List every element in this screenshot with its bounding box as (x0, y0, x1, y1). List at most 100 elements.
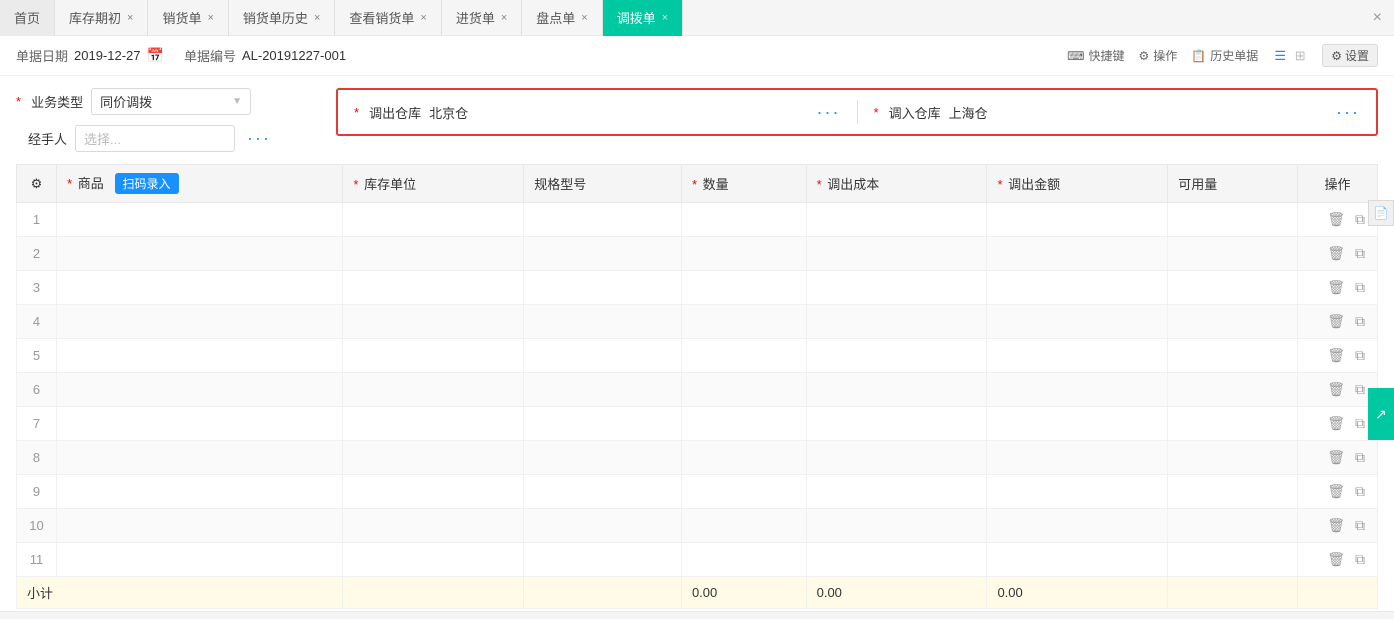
close-all-tabs-button[interactable]: × (1369, 5, 1386, 31)
out-warehouse-value[interactable]: 北京仓 (429, 103, 468, 122)
row-num-5: 5 (17, 339, 57, 373)
row-5-product[interactable] (57, 339, 343, 373)
row-5-copy-icon[interactable]: ⧉ (1353, 345, 1367, 366)
toolbar-right: ⌨ 快捷键 ⚙ 操作 📋 历史单据 ☰ ⊞ ⚙ 设置 (1067, 44, 1378, 67)
col-settings[interactable]: ⚙ (17, 165, 57, 203)
tab-sales-history[interactable]: 销货单历史 × (229, 0, 335, 36)
settings-button[interactable]: ⚙ 设置 (1322, 44, 1378, 67)
date-label: 单据日期 (16, 46, 68, 65)
row-2-delete-icon[interactable]: 🗑 (1325, 243, 1347, 264)
tab-sales-history-close[interactable]: × (314, 12, 320, 24)
calendar-icon[interactable]: 📅 (147, 47, 164, 64)
row-2-op: 🗑 ⧉ (1298, 237, 1378, 271)
row-num-2: 2 (17, 237, 57, 271)
row-8-product[interactable] (57, 441, 343, 475)
row-8-copy-icon[interactable]: ⧉ (1353, 447, 1367, 468)
out-warehouse-field: * 调出仓库 北京仓 ··· (354, 102, 841, 123)
scan-input-button[interactable]: 扫码录入 (115, 173, 179, 194)
row-1-delete-icon[interactable]: 🗑 (1325, 209, 1347, 230)
tab-sales-order-close[interactable]: × (207, 12, 213, 24)
row-1-product[interactable] (57, 203, 343, 237)
tab-inventory-init-close[interactable]: × (127, 12, 133, 24)
in-warehouse-value[interactable]: 上海仓 (949, 103, 988, 122)
out-warehouse-more-button[interactable]: ··· (817, 102, 841, 123)
row-6-delete-icon[interactable]: 🗑 (1325, 379, 1347, 400)
business-type-select[interactable]: 同价调拨 ▼ (91, 88, 251, 115)
tab-transfer-close[interactable]: × (662, 12, 668, 24)
tab-inventory-init-label: 库存期初 (69, 8, 121, 27)
in-warehouse-required: * (874, 105, 879, 120)
tab-sales-order-label: 销货单 (162, 8, 201, 27)
row-7-product[interactable] (57, 407, 343, 441)
operation-icon: ⚙ (1138, 49, 1149, 63)
row-8-delete-icon[interactable]: 🗑 (1325, 447, 1347, 468)
row-4-copy-icon[interactable]: ⧉ (1353, 311, 1367, 332)
row-9-product[interactable] (57, 475, 343, 509)
tab-transfer[interactable]: 调拨单 × (603, 0, 683, 36)
handler-select[interactable]: 选择... (75, 125, 235, 152)
row-6-copy-icon[interactable]: ⧉ (1353, 379, 1367, 400)
row-9-copy-icon[interactable]: ⧉ (1353, 481, 1367, 502)
row-5-delete-icon[interactable]: 🗑 (1325, 345, 1347, 366)
row-10-copy-icon[interactable]: ⧉ (1353, 515, 1367, 536)
business-type-value: 同价调拨 (100, 92, 152, 111)
row-num-9: 9 (17, 475, 57, 509)
row-2-product[interactable] (57, 237, 343, 271)
tab-purchase-order-close[interactable]: × (501, 12, 507, 24)
row-2-amount (987, 237, 1168, 271)
tab-inventory-check[interactable]: 盘点单 × (522, 0, 602, 36)
row-3-delete-icon[interactable]: 🗑 (1325, 277, 1347, 298)
layout-list-icon[interactable]: ☰ (1272, 48, 1288, 64)
row-1-amount (987, 203, 1168, 237)
row-7-copy-icon[interactable]: ⧉ (1353, 413, 1367, 434)
handler-more-button[interactable]: ··· (247, 128, 271, 149)
row-11-product[interactable] (57, 543, 343, 577)
row-10-delete-icon[interactable]: 🗑 (1325, 515, 1347, 536)
row-1-qty (681, 203, 806, 237)
operations-button[interactable]: ⚙ 操作 (1138, 47, 1177, 64)
row-2-cost (806, 237, 987, 271)
date-value[interactable]: 2019-12-27 (74, 48, 141, 63)
row-11-copy-icon[interactable]: ⧉ (1353, 549, 1367, 570)
row-11-delete-icon[interactable]: 🗑 (1325, 549, 1347, 570)
tab-inventory-check-close[interactable]: × (581, 12, 587, 24)
row-num-3: 3 (17, 271, 57, 305)
row-10-product[interactable] (57, 509, 343, 543)
tab-home[interactable]: 首页 (0, 0, 55, 36)
handler-label: 经手人 (16, 129, 67, 148)
table-header: ⚙ * 商品 扫码录入 * 库存单位 规格型号 * 数量 * (17, 165, 1378, 203)
row-9-delete-icon[interactable]: 🗑 (1325, 481, 1347, 502)
layout-grid-icon[interactable]: ⊞ (1292, 48, 1308, 64)
row-2-copy-icon[interactable]: ⧉ (1353, 243, 1367, 264)
history-docs-button[interactable]: 📋 历史单据 (1191, 47, 1258, 64)
row-3-product[interactable] (57, 271, 343, 305)
horizontal-scrollbar[interactable] (0, 611, 1394, 619)
col-transfer-amount: * 调出金额 (987, 165, 1168, 203)
row-2-spec (524, 237, 682, 271)
quick-keys-button[interactable]: ⌨ 快捷键 (1067, 47, 1124, 64)
business-type-label: 业务类型 (31, 92, 83, 111)
tab-home-label: 首页 (14, 8, 40, 27)
table-row: 6 🗑⧉ (17, 373, 1378, 407)
row-4-delete-icon[interactable]: 🗑 (1325, 311, 1347, 332)
tab-view-sales-close[interactable]: × (420, 12, 426, 24)
row-4-product[interactable] (57, 305, 343, 339)
row-1-copy-icon[interactable]: ⧉ (1353, 209, 1367, 230)
row-6-product[interactable] (57, 373, 343, 407)
in-warehouse-more-button[interactable]: ··· (1336, 102, 1360, 123)
quick-key-icon: ⌨ (1067, 49, 1084, 63)
business-type-field: * 业务类型 同价调拨 ▼ (16, 88, 316, 115)
table-row: 2 🗑 ⧉ (17, 237, 1378, 271)
right-panel-doc-button[interactable]: 📄 (1368, 200, 1394, 226)
tab-purchase-order[interactable]: 进货单 × (442, 0, 522, 36)
tab-purchase-order-label: 进货单 (456, 8, 495, 27)
tab-sales-order[interactable]: 销货单 × (148, 0, 228, 36)
table-row: 4 🗑⧉ (17, 305, 1378, 339)
row-3-copy-icon[interactable]: ⧉ (1353, 277, 1367, 298)
row-7-delete-icon[interactable]: 🗑 (1325, 413, 1347, 434)
tab-view-sales[interactable]: 查看销货单 × (335, 0, 441, 36)
tab-inventory-init[interactable]: 库存期初 × (55, 0, 148, 36)
subtotal-label: 小计 (27, 586, 53, 601)
right-panel-export-button[interactable]: ↗ (1368, 388, 1394, 440)
right-panel: 📄 ↗ (1368, 200, 1394, 440)
